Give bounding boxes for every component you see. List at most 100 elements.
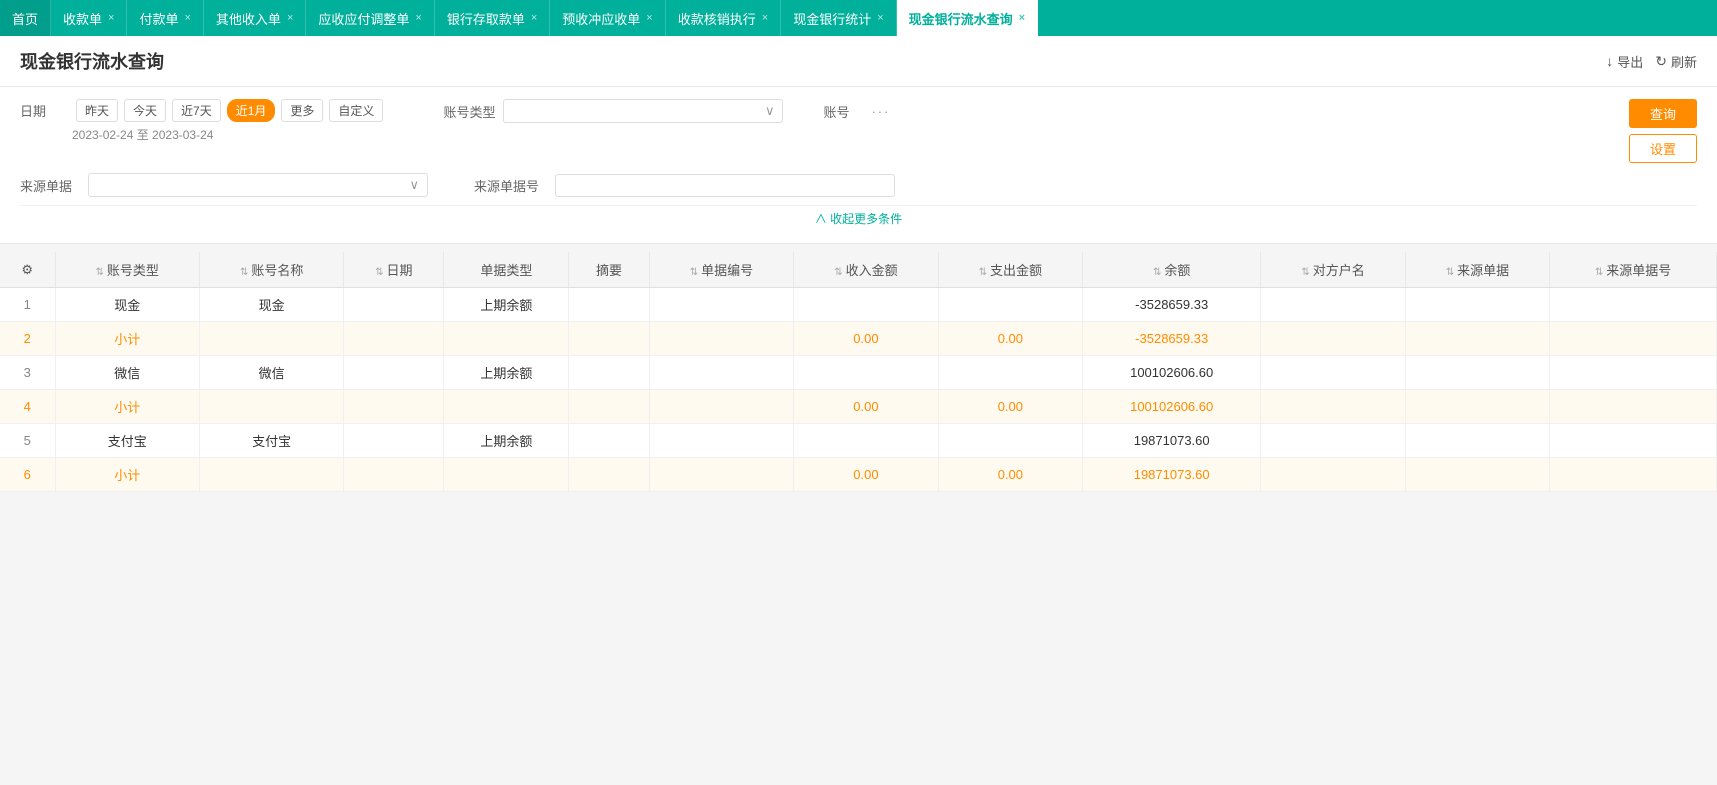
column-income[interactable]: ⇅收入金额 — [794, 252, 938, 288]
header-actions: ↓ 导出 ↻ 刷新 — [1606, 52, 1697, 71]
collapse-up-icon: ∧ — [815, 212, 827, 226]
table-row: 5 支付宝 支付宝 上期余额 19871073.60 — [0, 424, 1717, 458]
cell-date — [344, 288, 444, 322]
cell-account-type: 微信 — [55, 356, 199, 390]
nav-tab-home[interactable]: 首页 — [0, 0, 51, 36]
cell-source-doc-no — [1550, 356, 1717, 390]
close-icon[interactable]: × — [1019, 12, 1025, 24]
cell-source-doc-no — [1550, 390, 1717, 424]
collapse-bar[interactable]: ∧ 收起更多条件 — [20, 205, 1697, 231]
cell-expense: 0.00 — [938, 322, 1082, 356]
close-icon[interactable]: × — [646, 12, 652, 24]
cell-income: 0.00 — [794, 390, 938, 424]
cell-account-type: 支付宝 — [55, 424, 199, 458]
chevron-down-icon: ∨ — [765, 103, 775, 119]
refresh-button[interactable]: ↻ 刷新 — [1655, 52, 1697, 71]
sort-icon: ⇅ — [1301, 267, 1309, 278]
refresh-icon: ↻ — [1655, 53, 1667, 70]
nav-tab-adjustment[interactable]: 应收应付调整单 × — [306, 0, 434, 36]
cell-summary — [569, 458, 649, 492]
account-type-select[interactable]: ∨ — [503, 99, 783, 123]
close-icon[interactable]: × — [762, 12, 768, 24]
cell-source-doc — [1405, 288, 1549, 322]
cell-source-doc-no — [1550, 458, 1717, 492]
sort-icon: ⇅ — [690, 267, 698, 278]
nav-tab-payments[interactable]: 付款单 × — [127, 0, 203, 36]
account-label: 账号 — [823, 102, 863, 121]
close-icon[interactable]: × — [531, 12, 537, 24]
cell-expense — [938, 356, 1082, 390]
cell-doc-no — [649, 424, 793, 458]
cell-source-doc — [1405, 322, 1549, 356]
column-source-doc-no[interactable]: ⇅来源单据号 — [1550, 252, 1717, 288]
setting-button[interactable]: 设置 — [1629, 134, 1697, 163]
nav-tab-receipts[interactable]: 收款单 × — [51, 0, 127, 36]
date-btn-yesterday[interactable]: 昨天 — [76, 99, 118, 122]
query-button[interactable]: 查询 — [1629, 99, 1697, 128]
cell-balance: 19871073.60 — [1083, 458, 1261, 492]
cell-doc-type — [444, 390, 569, 424]
filter-area: 日期 昨天 今天 近7天 近1月 更多 自定义 2023-02-24 至 202… — [0, 87, 1717, 244]
cell-doc-type: 上期余额 — [444, 424, 569, 458]
data-table-wrapper: ⚙ ⇅账号类型 ⇅账号名称 ⇅日期 单据类型 摘要 ⇅单据编号 ⇅收入金额 — [0, 252, 1717, 492]
cell-account-name: 现金 — [199, 288, 343, 322]
cell-doc-no — [649, 390, 793, 424]
nav-tab-advance[interactable]: 预收冲应收单 × — [550, 0, 665, 36]
sort-icon: ⇅ — [1595, 267, 1603, 278]
nav-tab-cash-flow[interactable]: 现金银行流水查询 × — [897, 0, 1038, 36]
close-icon[interactable]: × — [415, 12, 421, 24]
table-row: 2 小计 0.00 0.00 -3528659.33 — [0, 322, 1717, 356]
export-button[interactable]: ↓ 导出 — [1606, 52, 1643, 71]
cell-counterpart — [1261, 424, 1405, 458]
column-summary: 摘要 — [569, 252, 649, 288]
close-icon[interactable]: × — [184, 12, 190, 24]
source-doc-no-input[interactable] — [555, 174, 895, 197]
cell-balance: 100102606.60 — [1083, 356, 1261, 390]
date-btn-more[interactable]: 更多 — [281, 99, 323, 122]
sort-icon: ⇅ — [834, 267, 842, 278]
date-range: 2023-02-24 至 2023-03-24 — [72, 128, 213, 142]
cell-account-name: 支付宝 — [199, 424, 343, 458]
nav-tab-cash-stats[interactable]: 现金银行统计 × — [781, 0, 896, 36]
column-gear[interactable]: ⚙ — [0, 252, 55, 288]
table-row: 4 小计 0.00 0.00 100102606.60 — [0, 390, 1717, 424]
nav-tab-other-income[interactable]: 其他收入单 × — [204, 0, 306, 36]
row-number: 2 — [0, 322, 55, 356]
nav-tab-verification[interactable]: 收款核销执行 × — [666, 0, 781, 36]
row-number: 6 — [0, 458, 55, 492]
column-account-type[interactable]: ⇅账号类型 — [55, 252, 199, 288]
cell-income: 0.00 — [794, 322, 938, 356]
column-balance[interactable]: ⇅余额 — [1083, 252, 1261, 288]
gear-icon: ⚙ — [21, 262, 33, 277]
source-doc-label: 来源单据 — [20, 176, 72, 195]
date-btn-today[interactable]: 今天 — [124, 99, 166, 122]
sort-icon: ⇅ — [240, 267, 248, 278]
close-icon[interactable]: × — [877, 12, 883, 24]
sort-icon: ⇅ — [979, 267, 987, 278]
cell-date — [344, 458, 444, 492]
cell-date — [344, 356, 444, 390]
table-row: 6 小计 0.00 0.00 19871073.60 — [0, 458, 1717, 492]
cell-doc-no — [649, 322, 793, 356]
source-doc-select[interactable]: ∨ — [88, 173, 428, 197]
column-doc-no[interactable]: ⇅单据编号 — [649, 252, 793, 288]
close-icon[interactable]: × — [108, 12, 114, 24]
table-header-row: ⚙ ⇅账号类型 ⇅账号名称 ⇅日期 单据类型 摘要 ⇅单据编号 ⇅收入金额 — [0, 252, 1717, 288]
more-dots: ··· — [871, 104, 890, 119]
cell-source-doc — [1405, 458, 1549, 492]
cell-counterpart — [1261, 288, 1405, 322]
close-icon[interactable]: × — [287, 12, 293, 24]
date-btn-7days[interactable]: 近7天 — [172, 99, 221, 122]
date-btn-1month[interactable]: 近1月 — [227, 99, 276, 122]
column-account-name[interactable]: ⇅账号名称 — [199, 252, 343, 288]
nav-tab-bank-deposit[interactable]: 银行存取款单 × — [435, 0, 550, 36]
row-number: 5 — [0, 424, 55, 458]
cell-date — [344, 322, 444, 356]
column-date[interactable]: ⇅日期 — [344, 252, 444, 288]
column-source-doc[interactable]: ⇅来源单据 — [1405, 252, 1549, 288]
cell-source-doc — [1405, 390, 1549, 424]
date-btn-custom[interactable]: 自定义 — [329, 99, 383, 122]
cell-account-name — [199, 322, 343, 356]
column-expense[interactable]: ⇅支出金额 — [938, 252, 1082, 288]
column-counterpart[interactable]: ⇅对方户名 — [1261, 252, 1405, 288]
